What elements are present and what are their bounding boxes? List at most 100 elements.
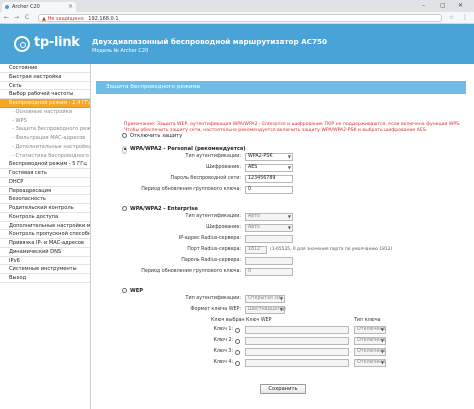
col-wep-key: Ключ WEP (246, 318, 272, 323)
radius-ip-input[interactable] (245, 235, 293, 243)
sidebar-item[interactable]: Родительский контроль (0, 204, 90, 213)
chevron-down-icon: ▼ (287, 154, 291, 159)
sidebar-item[interactable]: Безопасность (0, 195, 90, 204)
sidebar-item[interactable]: - WPS (0, 116, 90, 126)
wep-key-input[interactable] (245, 359, 349, 367)
browser-menu-icon[interactable]: ⋮ (462, 14, 468, 22)
chevron-down-icon: ▼ (287, 165, 291, 170)
main-content: Защита беспроводного режима Примечание: … (96, 67, 467, 406)
sidebar-item[interactable]: Быстрая настройка (0, 72, 90, 82)
wep-key-input[interactable] (245, 337, 349, 345)
wep-key-type-select[interactable]: Отключено ▼ (354, 359, 386, 367)
enterprise-auth-value: Авто (248, 214, 260, 219)
personal-enc-value: AES (248, 165, 258, 170)
router-header: tp-link Двухдиапазонный беспроводной мар… (0, 24, 474, 64)
wep-key-radio[interactable] (235, 349, 240, 355)
chevron-down-icon: ▼ (287, 225, 291, 230)
sidebar-item[interactable]: - Основные настройки (0, 107, 90, 117)
wep-key-input[interactable] (245, 326, 349, 334)
sidebar-item[interactable]: Переадресация (0, 186, 90, 196)
sidebar-item[interactable]: Беспроводной режим - 5 ГГц (0, 160, 90, 169)
maximize-icon[interactable]: ▢ (440, 0, 446, 12)
security-warning: Не защищено (47, 16, 84, 22)
sidebar-item[interactable]: Гостевая сеть (0, 169, 90, 178)
personal-period-label: Период обновления группового ключа: (141, 187, 241, 192)
url-input[interactable]: ▲ Не защищено 192.168.0.1 (38, 14, 442, 22)
radius-port-label: Порт Radius-сервера: (187, 247, 241, 252)
sidebar-item[interactable]: - Дополнительные настройки беспроводного… (0, 142, 90, 152)
sidebar-item[interactable]: DHCP (0, 177, 90, 187)
sidebar-item[interactable]: Сеть (0, 81, 90, 91)
wep-format-label: Формат ключа WEP: (190, 307, 241, 312)
personal-enc-select[interactable]: AES ▼ (245, 164, 293, 172)
wep-key-radio[interactable] (235, 338, 240, 344)
sidebar-item[interactable]: Привязка IP- и MAC-адресов (0, 239, 90, 248)
wep-key-radio[interactable] (235, 327, 240, 333)
panel-title: Защита беспроводного режима (96, 81, 466, 94)
back-icon[interactable]: ← (4, 14, 9, 22)
personal-auth-label: Тип аутентификации: (185, 154, 241, 159)
radius-pass-input[interactable] (245, 257, 293, 265)
window-close-icon[interactable]: ✕ (458, 0, 463, 12)
wep-key-type-select[interactable]: Отключено ▼ (354, 348, 386, 356)
wep-key-label: Ключ 3: (213, 349, 233, 354)
enterprise-enc-select[interactable]: Авто ▼ (245, 224, 293, 232)
sidebar-item[interactable]: Состояние (0, 64, 90, 73)
wep-format-select[interactable]: Шестнадцатер ▼ (245, 306, 286, 314)
personal-auth-select[interactable]: WPA2-PSK ▼ (245, 153, 293, 161)
sidebar-item[interactable]: Контроль пропускной способности (0, 230, 90, 239)
sidebar-item[interactable]: Дополнительные настройки маршрутизации (0, 221, 90, 231)
sidebar-item[interactable]: Динамический DNS (0, 247, 90, 257)
radius-ip-label: IP-адрес Radius-сервера: (178, 236, 241, 241)
personal-enc-label: Шифрование: (206, 165, 241, 170)
wep-key-type-select[interactable]: Отключено ▼ (354, 326, 386, 334)
sidebar-item[interactable]: - Статистика беспроводного режима (0, 151, 90, 161)
wep-key-label: Ключ 1: (213, 327, 233, 332)
personal-pass-input[interactable]: 123456789 (245, 175, 293, 183)
radio-wpa-enterprise[interactable] (122, 206, 127, 211)
address-bar: ← → C ▲ Не защищено 192.168.0.1 ☆ ⋮ (0, 12, 474, 24)
sidebar-item[interactable]: - Фильтрация MAC-адресов (0, 134, 90, 143)
reload-icon[interactable]: C (25, 14, 29, 22)
wpa-enterprise-label: WPA/WPA2 - Enterprise (130, 205, 198, 212)
forward-icon[interactable]: → (14, 14, 19, 22)
url-text: 192.168.0.1 (88, 16, 119, 22)
wep-key-input[interactable] (245, 348, 349, 356)
browser-tab[interactable]: Archer C20 × (2, 2, 76, 12)
chevron-down-icon: ▼ (380, 338, 384, 343)
col-key-selected: Ключ выбран (211, 318, 245, 323)
sidebar-item[interactable]: Системные инструменты (0, 265, 90, 274)
chevron-down-icon: ▼ (380, 327, 384, 332)
chevron-down-icon: ▼ (287, 214, 291, 219)
page-title: Двухдиапазонный беспроводной маршрутизат… (92, 37, 327, 46)
sidebar-item[interactable]: Выход (0, 274, 90, 283)
wep-auth-select[interactable]: Открытая сис ▼ (245, 295, 285, 303)
save-button[interactable]: Сохранить (260, 384, 306, 394)
chevron-down-icon: ▼ (380, 349, 384, 354)
radius-pass-label: Пароль Radius-сервера: (181, 258, 241, 263)
sidebar: Состояние Быстрая настройка Сеть Выбор рабо… (0, 64, 91, 409)
bookmark-star-icon[interactable]: ☆ (449, 14, 454, 22)
radio-disable-security[interactable] (122, 133, 127, 138)
logo-text: tp-link (34, 35, 80, 50)
tab-title: Archer C20 (12, 4, 40, 10)
enterprise-auth-select[interactable]: Авто ▼ (245, 213, 293, 221)
close-tab-icon[interactable]: × (68, 2, 73, 12)
sidebar-item[interactable]: Контроль доступа (0, 212, 90, 222)
browser-tab-bar: Archer C20 × – ▢ ✕ (0, 0, 474, 12)
sidebar-item[interactable]: Беспроводной режим - 2,4 ГГц (0, 99, 90, 108)
chevron-down-icon: ▼ (279, 307, 283, 312)
minimize-icon[interactable]: – (422, 0, 425, 12)
model-number: Модель № Archer C20 (92, 48, 149, 54)
sidebar-item[interactable]: IPv6 (0, 256, 90, 266)
wep-key-radio[interactable] (235, 360, 240, 366)
sidebar-item[interactable]: - Защита беспроводного режима (0, 125, 90, 134)
sidebar-item[interactable]: Выбор рабочей частоты (0, 90, 90, 99)
wep-key-type-select[interactable]: Отключено ▼ (354, 337, 386, 345)
radio-wep[interactable] (122, 288, 127, 293)
personal-period-input[interactable]: 0 (245, 186, 293, 194)
tp-link-logo: tp-link (14, 34, 84, 54)
radius-port-input[interactable]: 1812 (245, 246, 267, 254)
enterprise-period-label: Период обновления группового ключа: (141, 269, 241, 274)
enterprise-period-input[interactable]: 0 (245, 268, 293, 276)
